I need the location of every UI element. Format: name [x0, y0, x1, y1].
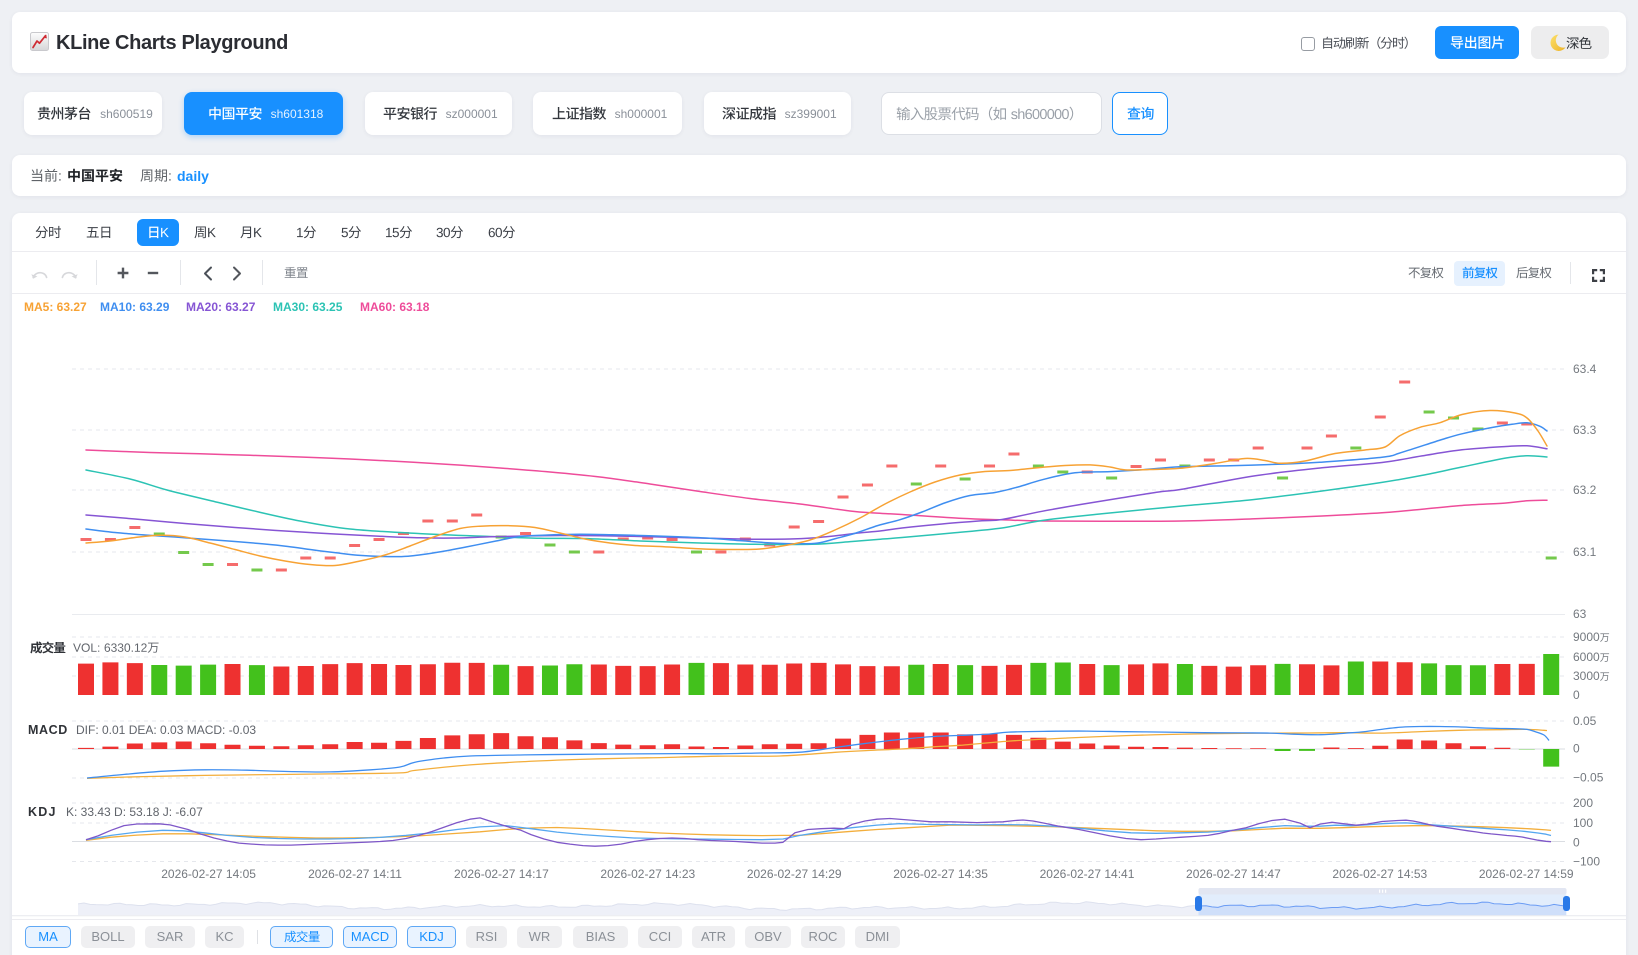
svg-text:63.3: 63.3	[1573, 423, 1597, 437]
svg-text:63.4: 63.4	[1573, 362, 1597, 376]
svg-text:−0.05: −0.05	[1573, 771, 1604, 785]
svg-text:0: 0	[1573, 688, 1580, 702]
svg-text:0.05: 0.05	[1573, 714, 1597, 728]
svg-text:−100: −100	[1573, 855, 1600, 869]
svg-text:2026-02-27 14:05: 2026-02-27 14:05	[161, 867, 256, 881]
svg-text:200: 200	[1573, 796, 1593, 810]
svg-text:2026-02-27 14:17: 2026-02-27 14:17	[454, 867, 549, 881]
svg-text:63.2: 63.2	[1573, 483, 1597, 497]
svg-text:3000: 3000	[1573, 669, 1600, 683]
svg-text:9000: 9000	[1573, 630, 1600, 644]
svg-text:63: 63	[1573, 607, 1587, 621]
svg-text:2026-02-27 14:35: 2026-02-27 14:35	[893, 867, 988, 881]
svg-text:6000: 6000	[1573, 650, 1600, 664]
svg-text:2026-02-27 14:23: 2026-02-27 14:23	[600, 867, 695, 881]
svg-text:100: 100	[1573, 816, 1593, 830]
svg-text:63.1: 63.1	[1573, 545, 1597, 559]
svg-text:2026-02-27 14:53: 2026-02-27 14:53	[1332, 867, 1427, 881]
svg-text:2026-02-27 14:59: 2026-02-27 14:59	[1479, 867, 1574, 881]
svg-text:2026-02-27 14:47: 2026-02-27 14:47	[1186, 867, 1281, 881]
svg-text:2026-02-27 14:41: 2026-02-27 14:41	[1040, 867, 1135, 881]
svg-text:0: 0	[1573, 836, 1580, 850]
svg-text:2026-02-27 14:11: 2026-02-27 14:11	[308, 867, 402, 881]
svg-text:0: 0	[1573, 742, 1580, 756]
svg-text:2026-02-27 14:29: 2026-02-27 14:29	[747, 867, 842, 881]
